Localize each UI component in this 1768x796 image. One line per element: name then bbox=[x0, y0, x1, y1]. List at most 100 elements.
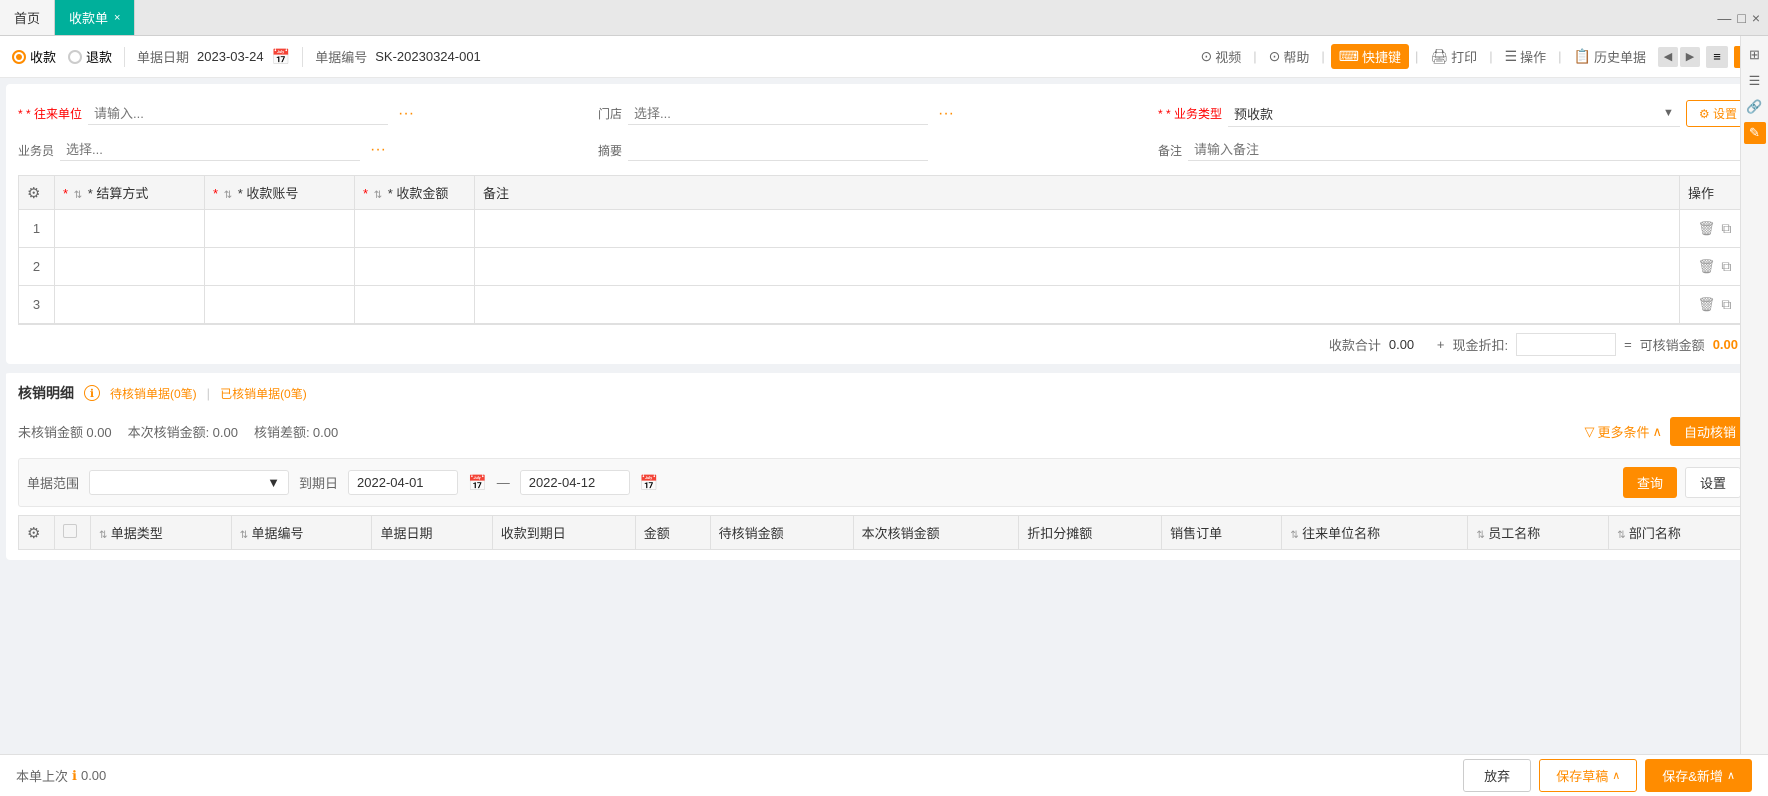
tab-home[interactable]: 首页 bbox=[0, 0, 55, 35]
store-more-btn[interactable]: ··· bbox=[934, 105, 958, 123]
sidebar-list-icon[interactable]: ☰ bbox=[1744, 70, 1766, 92]
row-2-method[interactable] bbox=[55, 248, 205, 286]
salesperson-more-btn[interactable]: ··· bbox=[366, 141, 390, 159]
row-2-copy-icon[interactable]: ⧉ bbox=[1721, 258, 1731, 275]
date-end-input[interactable] bbox=[520, 470, 630, 495]
salesperson-label: 业务员 bbox=[18, 142, 54, 159]
video-btn[interactable]: ⊙ 视频 bbox=[1194, 45, 1247, 68]
row-1-remark[interactable] bbox=[475, 210, 1680, 248]
row-1-delete-icon[interactable]: 🗑 bbox=[1698, 220, 1716, 237]
discount-input[interactable] bbox=[1516, 333, 1616, 356]
footer-info-value: 0.00 bbox=[81, 768, 106, 783]
next-arrow[interactable]: ▶ bbox=[1680, 47, 1700, 67]
operation-icon: ☰ bbox=[1505, 48, 1518, 65]
sidebar-table-icon[interactable]: ⊞ bbox=[1744, 44, 1766, 66]
date-end-calendar-icon[interactable]: 📅 bbox=[640, 474, 659, 492]
save-new-btn[interactable]: 保存&新增 ∧ bbox=[1645, 759, 1752, 792]
verification-title: 核销明细 bbox=[18, 383, 74, 403]
footer-info-icon[interactable]: ℹ bbox=[72, 768, 77, 784]
bt-col-date-header: 单据日期 bbox=[372, 516, 492, 550]
footer: 本单上次 ℹ 0.00 放弃 保存草稿 ∧ 保存&新增 ∧ bbox=[0, 754, 1768, 796]
row-3-remark[interactable] bbox=[475, 286, 1680, 324]
print-btn[interactable]: 🖨 打印 bbox=[1424, 45, 1483, 68]
query-btn[interactable]: 查询 bbox=[1623, 467, 1677, 498]
row-2-remark[interactable] bbox=[475, 248, 1680, 286]
verification-info-icon[interactable]: ℹ bbox=[84, 385, 100, 401]
bt-col-dept-label: 部门名称 bbox=[1629, 526, 1681, 541]
row-1-amount[interactable] bbox=[355, 210, 475, 248]
col-settings-header[interactable]: ⚙ bbox=[19, 176, 55, 210]
bt-col-settings-header[interactable]: ⚙ bbox=[19, 516, 55, 550]
receipt-table: ⚙ * ⇅ * 结算方式 * ⇅ * 收款账号 * ⇅ * 收款金额 bbox=[18, 175, 1750, 324]
bt-col-pending-label: 待核销金额 bbox=[719, 526, 784, 541]
sidebar-edit-icon[interactable]: ✎ bbox=[1744, 122, 1766, 144]
window-maximize-btn[interactable]: □ bbox=[1737, 10, 1745, 26]
salesperson-input[interactable] bbox=[60, 139, 360, 161]
store-input[interactable] bbox=[628, 103, 928, 125]
counterpart-more-btn[interactable]: ··· bbox=[394, 105, 418, 123]
business-type-select[interactable]: 预收款 ▼ bbox=[1228, 101, 1680, 127]
remark-input[interactable] bbox=[1188, 139, 1750, 161]
list-view-btn[interactable]: ≡ bbox=[1706, 46, 1728, 68]
pending-tab-link[interactable]: 待核销单据(0笔) bbox=[110, 385, 197, 402]
date-dash: — bbox=[497, 475, 510, 490]
current-label: 本次核销金额: bbox=[128, 425, 210, 440]
auto-verify-btn[interactable]: 自动核销 bbox=[1670, 417, 1750, 446]
abandon-btn[interactable]: 放弃 bbox=[1463, 759, 1531, 792]
date-start-calendar-icon[interactable]: 📅 bbox=[468, 474, 487, 492]
footer-info-label: 本单上次 bbox=[16, 766, 68, 785]
select-all-checkbox[interactable] bbox=[63, 524, 77, 538]
row-2-delete-icon[interactable]: 🗑 bbox=[1698, 258, 1716, 275]
unverified-stat: 未核销金额 0.00 bbox=[18, 422, 112, 441]
row-2-account[interactable] bbox=[205, 248, 355, 286]
radio-receipt[interactable]: 收款 bbox=[12, 47, 56, 66]
radio-refund[interactable]: 退款 bbox=[68, 47, 112, 66]
range-select[interactable]: ▼ bbox=[89, 470, 289, 495]
row-1-method[interactable] bbox=[55, 210, 205, 248]
bt-col-current-header: 本次核销金额 bbox=[853, 516, 1019, 550]
bt-settings-icon[interactable]: ⚙ bbox=[27, 525, 40, 542]
row-3-copy-icon[interactable]: ⧉ bbox=[1721, 296, 1731, 313]
query-settings-btn[interactable]: 设置 bbox=[1685, 467, 1741, 498]
tab-bar: 首页 收款单 × — □ × bbox=[0, 0, 1768, 36]
operation-btn[interactable]: ☰ 操作 bbox=[1499, 45, 1553, 68]
col-amount-header: * ⇅ * 收款金额 bbox=[355, 176, 475, 210]
row-3-delete-icon[interactable]: 🗑 bbox=[1698, 296, 1716, 313]
verified-tab-link[interactable]: 已核销单据(0笔) bbox=[220, 385, 307, 402]
window-minimize-btn[interactable]: — bbox=[1717, 10, 1731, 26]
row-1-account[interactable] bbox=[205, 210, 355, 248]
date-start-input[interactable] bbox=[348, 470, 458, 495]
row-3-method[interactable] bbox=[55, 286, 205, 324]
more-conditions-btn[interactable]: ▽ 更多条件 ∧ bbox=[1584, 422, 1662, 441]
divider-2 bbox=[302, 47, 303, 67]
col-actions-header: 操作 bbox=[1680, 176, 1750, 210]
print-icon: 🖨 bbox=[1430, 48, 1448, 65]
row-3-account[interactable] bbox=[205, 286, 355, 324]
shortcut-btn[interactable]: ⌨ 快捷键 bbox=[1331, 44, 1409, 69]
tab-receipt[interactable]: 收款单 × bbox=[55, 0, 135, 35]
col-remark-label: 备注 bbox=[483, 186, 509, 201]
row-1-copy-icon[interactable]: ⧉ bbox=[1721, 220, 1731, 237]
row-3-amount[interactable] bbox=[355, 286, 475, 324]
save-draft-btn[interactable]: 保存草稿 ∧ bbox=[1539, 759, 1637, 792]
diff-stat: 核销差额: 0.00 bbox=[254, 422, 338, 441]
tab-close-icon[interactable]: × bbox=[114, 12, 120, 24]
bt-col-number-header: ⇅ 单据编号 bbox=[231, 516, 372, 550]
verification-header: 核销明细 ℹ 待核销单据(0笔) | 已核销单据(0笔) bbox=[18, 383, 1750, 403]
table-settings-icon[interactable]: ⚙ bbox=[27, 185, 40, 202]
bt-col-checkbox-header[interactable] bbox=[55, 516, 91, 550]
prev-arrow[interactable]: ◀ bbox=[1658, 47, 1678, 67]
bt-col-amount-header: 金额 bbox=[635, 516, 710, 550]
date-calendar-icon[interactable]: 📅 bbox=[272, 48, 291, 66]
form-row-1: * 往来单位 ··· 门店 ··· * 业务类型 预收款 ▼ ⚙ 设置 bbox=[18, 94, 1750, 133]
row-2-amount[interactable] bbox=[355, 248, 475, 286]
sidebar-attach-icon[interactable]: 🔗 bbox=[1744, 96, 1766, 118]
abstract-input[interactable] bbox=[628, 139, 928, 161]
col-account-header: * ⇅ * 收款账号 bbox=[205, 176, 355, 210]
help-btn[interactable]: ⊙ 帮助 bbox=[1263, 45, 1316, 68]
abstract-label: 摘要 bbox=[598, 142, 622, 159]
counterpart-input[interactable] bbox=[88, 103, 388, 125]
due-date-label: 到期日 bbox=[299, 473, 338, 492]
window-close-btn[interactable]: × bbox=[1752, 10, 1760, 26]
history-btn[interactable]: 📋 历史单据 bbox=[1568, 45, 1652, 68]
